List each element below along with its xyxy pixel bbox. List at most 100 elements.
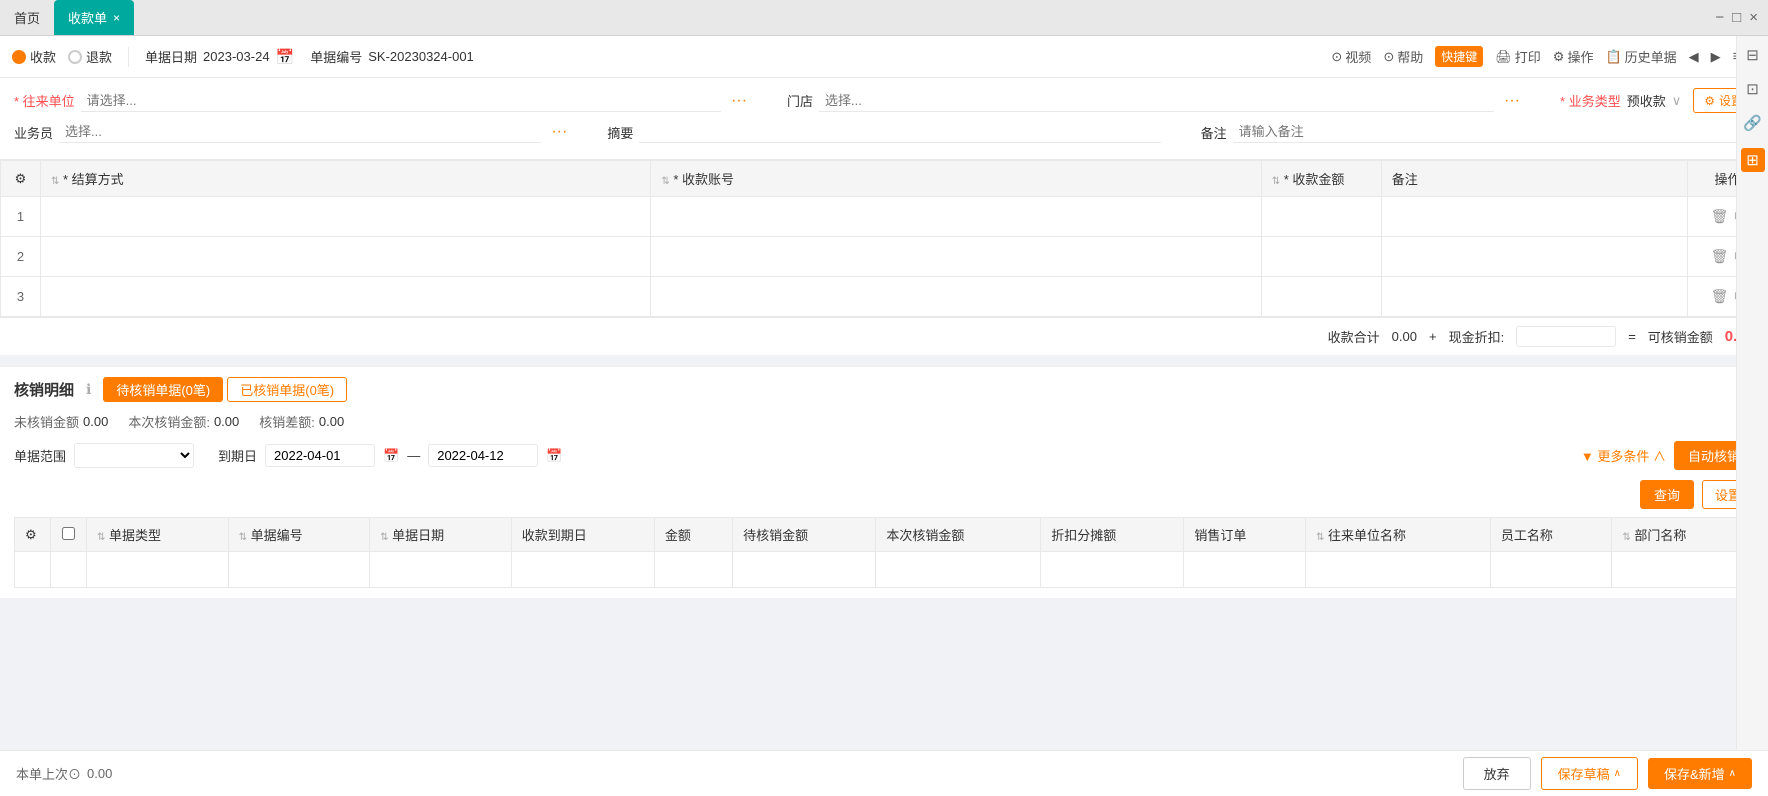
save-draft-btn[interactable]: 保存草稿 ∧ — [1541, 757, 1638, 790]
radio-collection[interactable]: 收款 — [12, 47, 56, 66]
radio-refund-label: 退款 — [86, 47, 112, 66]
partner-label: * 往来单位 — [14, 91, 75, 110]
date-from-input[interactable] — [265, 444, 375, 467]
window-min-icon[interactable]: − — [1715, 9, 1724, 26]
col-account-header: ⇅ * 收款账号 — [651, 161, 1261, 197]
row-2-amount[interactable] — [1261, 237, 1381, 277]
range-label: 单据范围 — [14, 446, 66, 465]
col-date-header: ⇅ 单据日期 — [370, 518, 512, 552]
staff-more-btn[interactable]: ··· — [551, 123, 567, 141]
bottom-right: 放弃 保存草稿 ∧ 保存&新增 ∧ — [1463, 757, 1752, 790]
query-btn[interactable]: 查询 — [1640, 480, 1694, 509]
filter-right: ▼ 更多条件 ∧ 自动核销 — [1581, 441, 1754, 470]
offset-header-row: ⚙ ⇅ 单据类型 ⇅ 单据编号 — [15, 518, 1754, 552]
equals-sign: = — [1628, 329, 1636, 344]
row-2-account[interactable] — [651, 237, 1261, 277]
staff-input[interactable] — [59, 121, 541, 143]
row-3-amount[interactable] — [1261, 277, 1381, 317]
order-value: 0.00 — [87, 766, 112, 781]
col-settlement-header: ⇅ * 结算方式 — [41, 161, 651, 197]
radio-dot-collection — [12, 50, 26, 64]
shortcut-btn[interactable]: 快捷键 — [1435, 46, 1483, 67]
store-input[interactable] — [819, 90, 1494, 112]
summary-row: 收款合计 0.00 + 现金折扣: = 可核销金额 0.00 — [0, 317, 1768, 355]
col-note-header: 备注 — [1381, 161, 1687, 197]
operations-btn[interactable]: ⚙ 操作 — [1553, 47, 1594, 66]
window-max-icon[interactable]: □ — [1732, 9, 1741, 26]
col-partner-header: ⇅ 往来单位名称 — [1305, 518, 1490, 552]
video-btn[interactable]: ⊙ 视频 — [1331, 47, 1371, 66]
row-2-delete-icon[interactable]: 🗑 — [1711, 248, 1729, 265]
row-2-note[interactable] — [1381, 237, 1687, 277]
row-1-settlement[interactable] — [41, 197, 651, 237]
query-row: 查询 设置 — [14, 480, 1754, 509]
row-1-amount[interactable] — [1261, 197, 1381, 237]
nav-prev-icon[interactable]: ◀ — [1689, 49, 1699, 65]
date-to-input[interactable] — [428, 444, 538, 467]
tab-home[interactable]: 首页 — [0, 0, 54, 35]
radio-group: 收款 退款 — [12, 47, 112, 66]
summary-field: 摘要 — [607, 121, 1160, 143]
unchecked-stat: 未核销金额 0.00 — [14, 412, 108, 431]
save-new-btn[interactable]: 保存&新增 ∧ — [1648, 758, 1752, 789]
offset-title: 核销明细 — [14, 379, 74, 400]
tab-done[interactable]: 已核销单据(0笔) — [227, 377, 347, 402]
help-btn[interactable]: ⊙ 帮助 — [1383, 47, 1423, 66]
row-3-settlement[interactable] — [41, 277, 651, 317]
plus-sign: + — [1429, 329, 1437, 344]
offset-filter-row: 单据范围 到期日 📅 — 📅 ▼ 更多条件 ∧ 自动核销 — [14, 441, 1754, 470]
window-close-icon[interactable]: × — [1749, 9, 1758, 26]
row-2-settlement[interactable] — [41, 237, 651, 277]
sidebar-sheet-icon[interactable]: ⊡ — [1746, 80, 1759, 98]
bottom-left: 本单上次⊙ 0.00 — [16, 764, 112, 783]
col-number-header: ⇅ 单据编号 — [228, 518, 370, 552]
tab-pending[interactable]: 待核销单据(0笔) — [103, 377, 223, 402]
table-row: 1 🗑 ⧉ — [1, 197, 1768, 237]
row-1-account[interactable] — [651, 197, 1261, 237]
store-field: 门店 ··· — [787, 90, 1520, 112]
note-input[interactable] — [1233, 121, 1754, 143]
radio-refund[interactable]: 退款 — [68, 47, 112, 66]
date-label: 单据日期 — [145, 47, 197, 66]
sidebar-attach-icon[interactable]: 🔗 — [1743, 114, 1762, 132]
tab-close-icon[interactable]: × — [113, 11, 120, 25]
row-1-delete-icon[interactable]: 🗑 — [1711, 208, 1729, 225]
range-select[interactable] — [74, 443, 194, 468]
net-label: 可核销金额 — [1648, 327, 1713, 346]
select-all-checkbox[interactable] — [62, 527, 75, 540]
this-order-label: 本单上次⊙ — [16, 764, 81, 783]
business-type-dropdown-icon[interactable]: ∨ — [1672, 93, 1682, 109]
filter-left: 单据范围 到期日 📅 — 📅 — [14, 443, 562, 468]
tab-collection[interactable]: 收款单 × — [54, 0, 134, 35]
offset-tabs: 待核销单据(0笔) 已核销单据(0笔) — [103, 377, 347, 402]
more-filter-btn[interactable]: ▼ 更多条件 ∧ — [1581, 446, 1666, 465]
offset-section: 核销明细 ℹ 待核销单据(0笔) 已核销单据(0笔) 未核销金额 0.00 本次… — [0, 365, 1768, 598]
summary-input[interactable] — [639, 121, 1160, 143]
offset-header: 核销明细 ℹ 待核销单据(0笔) 已核销单据(0笔) — [14, 377, 1754, 402]
history-icon: 📋 — [1605, 49, 1621, 65]
partner-field: * 往来单位 ··· — [14, 90, 747, 112]
sidebar-table-icon[interactable]: ⊟ — [1746, 46, 1759, 64]
row-3-note[interactable] — [1381, 277, 1687, 317]
row-3-account[interactable] — [651, 277, 1261, 317]
calendar-to-icon[interactable]: 📅 — [546, 448, 562, 464]
print-btn[interactable]: 🖨 打印 — [1495, 47, 1541, 66]
offset-info-icon[interactable]: ℹ — [86, 381, 91, 398]
history-btn[interactable]: 📋 历史单据 — [1605, 47, 1676, 66]
calendar-icon[interactable]: 📅 — [276, 48, 295, 66]
col-settings-icon[interactable]: ⚙ — [15, 171, 27, 186]
nav-next-icon[interactable]: ▶ — [1711, 49, 1721, 65]
row-1-note[interactable] — [1381, 197, 1687, 237]
partner-more-btn[interactable]: ··· — [731, 92, 747, 110]
partner-input[interactable] — [81, 90, 721, 112]
date-range-dash: — — [407, 448, 420, 463]
store-more-btn[interactable]: ··· — [1504, 92, 1520, 110]
help-icon: ⊙ — [1383, 49, 1394, 65]
right-sidebar: ⊟ ⊡ 🔗 ⊞ — [1736, 36, 1768, 796]
sidebar-expand-icon[interactable]: ⊞ — [1741, 148, 1765, 172]
calendar-from-icon[interactable]: 📅 — [383, 448, 399, 464]
row-3-delete-icon[interactable]: 🗑 — [1711, 288, 1729, 305]
col-settings-icon-2[interactable]: ⚙ — [25, 527, 37, 542]
abandon-btn[interactable]: 放弃 — [1463, 757, 1531, 790]
discount-input[interactable] — [1516, 326, 1616, 347]
